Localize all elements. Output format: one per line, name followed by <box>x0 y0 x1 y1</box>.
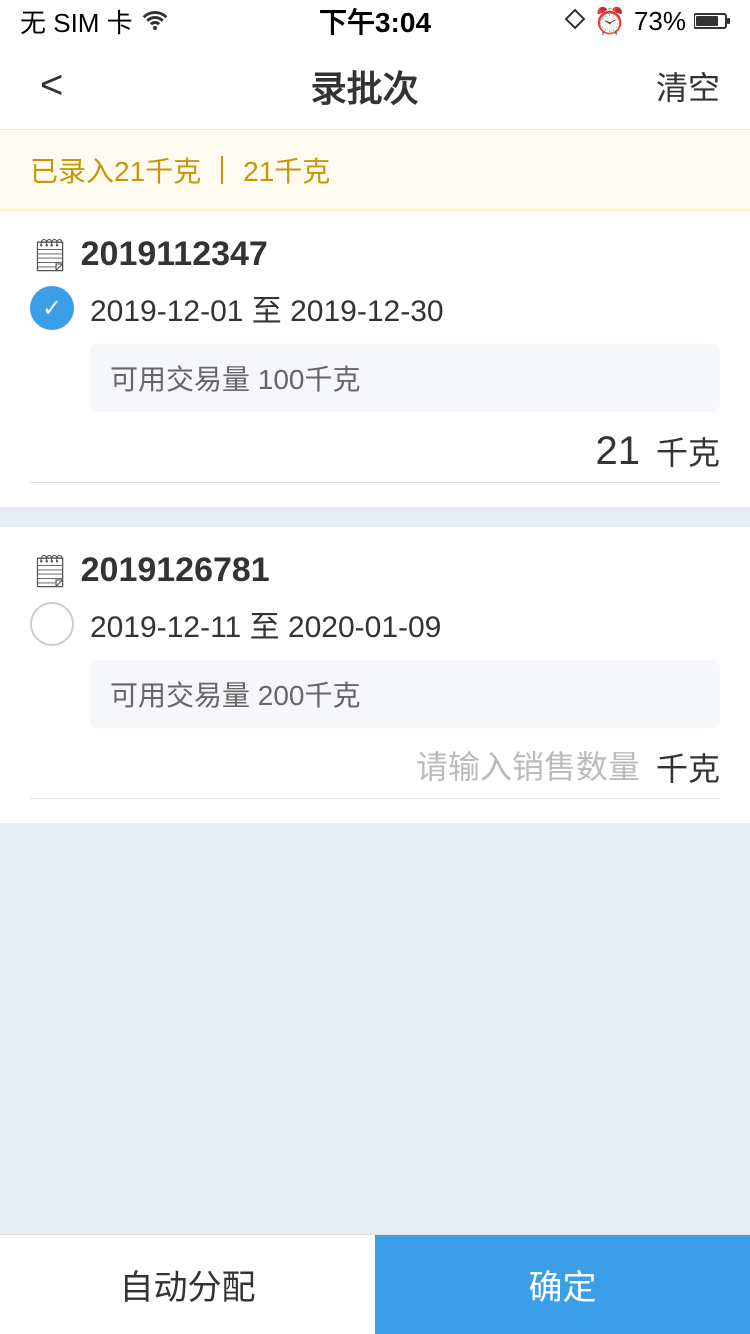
bottom-buttons: 自动分配 确定 <box>0 1234 750 1334</box>
quantity-row-1: 21 千克 <box>30 412 720 483</box>
batch-date-1: 2019-12-01 至 2019-12-30 <box>90 286 444 330</box>
batch-2-date-row: ✓ 2019-12-11 至 2020-01-09 <box>30 602 720 646</box>
quantity-unit-2: 千克 <box>656 744 720 790</box>
radio-2[interactable]: ✓ <box>30 602 74 646</box>
batch-icon-2: 🗒 <box>30 552 71 590</box>
carrier-text: 无 SIM 卡 <box>20 3 133 40</box>
batch-id-1: 2019112347 <box>81 235 268 274</box>
info-banner: 已录入21千克 21千克 <box>0 130 750 211</box>
batch-icon-1: 🗒 <box>30 236 71 274</box>
back-button[interactable]: < <box>30 53 73 118</box>
radio-1[interactable]: ✓ <box>30 286 74 330</box>
nav-bar: < 录批次 清空 <box>0 42 750 130</box>
auto-distribute-button[interactable]: 自动分配 <box>0 1235 375 1334</box>
batch-1-date-row: ✓ 2019-12-01 至 2019-12-30 <box>30 286 720 330</box>
batch-date-2: 2019-12-11 至 2020-01-09 <box>90 602 441 646</box>
status-left: 无 SIM 卡 <box>20 3 169 40</box>
batch-available-1: 可用交易量 100千克 <box>90 344 720 412</box>
status-right: ⏰ 73% <box>564 6 730 37</box>
batch-1-header: 🗒 2019112347 <box>30 235 720 274</box>
confirm-button[interactable]: 确定 <box>375 1235 750 1334</box>
batch-available-2: 可用交易量 200千克 <box>90 660 720 728</box>
batch-2-header: 🗒 2019126781 <box>30 551 720 590</box>
clear-button[interactable]: 清空 <box>656 63 720 109</box>
wifi-icon <box>141 6 169 37</box>
quantity-unit-1: 千克 <box>656 428 720 474</box>
quantity-input-2[interactable] <box>340 749 640 786</box>
status-time: 下午3:04 <box>319 1 431 41</box>
info-label: 已录入21千克 <box>30 150 201 190</box>
battery-text: 73% <box>634 6 686 37</box>
batch-item-2: 🗒 2019126781 ✓ 2019-12-11 至 2020-01-09 可… <box>0 527 750 823</box>
check-icon-1: ✓ <box>42 294 62 323</box>
batch-item-1: 🗒 2019112347 ✓ 2019-12-01 至 2019-12-30 可… <box>0 211 750 507</box>
batch-id-2: 2019126781 <box>81 551 270 590</box>
separator-1 <box>0 507 750 527</box>
location-icon <box>564 6 586 37</box>
info-value: 21千克 <box>243 150 330 190</box>
page-title: 录批次 <box>311 60 419 112</box>
info-divider <box>221 156 223 184</box>
status-bar: 无 SIM 卡 下午3:04 ⏰ 73% <box>0 0 750 42</box>
alarm-icon: ⏰ <box>594 6 626 37</box>
quantity-input-row-2[interactable]: 千克 <box>30 728 720 799</box>
quantity-value-1: 21 <box>595 429 640 474</box>
battery-icon <box>694 6 730 37</box>
